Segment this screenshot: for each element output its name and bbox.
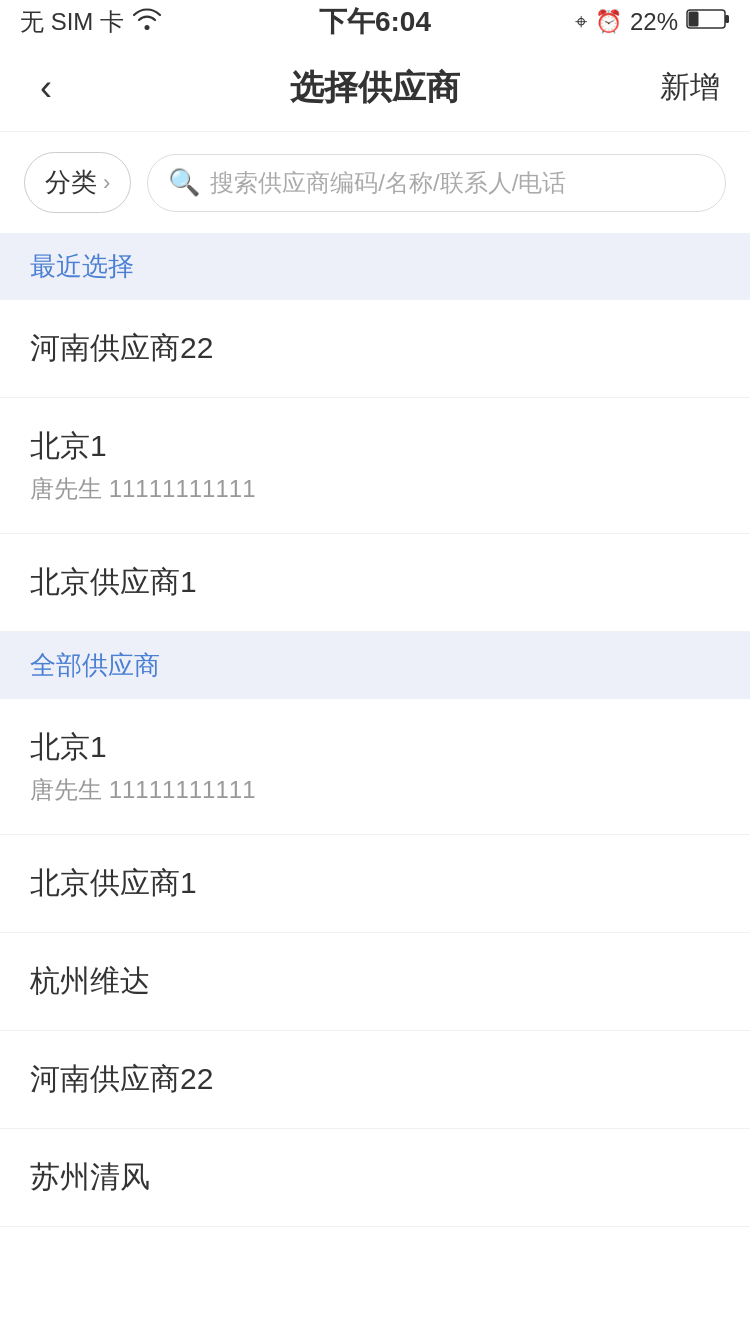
item-name: 苏州清风 [30, 1157, 720, 1198]
item-name: 北京供应商1 [30, 863, 720, 904]
item-name: 北京供应商1 [30, 562, 720, 603]
item-sub: 唐先生 11111111111 [30, 473, 720, 505]
search-placeholder: 搜索供应商编码/名称/联系人/电话 [210, 167, 566, 199]
carrier-text: 无 SIM 卡 [20, 6, 124, 38]
recent-items-list: 河南供应商22 北京1 唐先生 11111111111 北京供应商1 [0, 300, 750, 632]
status-right: ⌖ ⏰ 22% [575, 8, 730, 36]
nav-bar: ‹ 选择供应商 新增 [0, 44, 750, 132]
search-area: 分类 › 🔍 搜索供应商编码/名称/联系人/电话 [0, 132, 750, 233]
item-name: 北京1 [30, 727, 720, 768]
all-section-label: 全部供应商 [30, 650, 160, 680]
category-button[interactable]: 分类 › [24, 152, 131, 213]
chevron-right-icon: › [103, 170, 110, 196]
list-item[interactable]: 河南供应商22 [0, 1031, 750, 1129]
svg-rect-1 [725, 15, 729, 23]
list-item[interactable]: 苏州清风 [0, 1129, 750, 1227]
battery-text: 22% [630, 8, 678, 36]
search-icon: 🔍 [168, 167, 200, 198]
item-name: 杭州维达 [30, 961, 720, 1002]
list-item[interactable]: 北京1 唐先生 11111111111 [0, 699, 750, 835]
list-item[interactable]: 北京供应商1 [0, 534, 750, 632]
list-item[interactable]: 北京供应商1 [0, 835, 750, 933]
back-button[interactable]: ‹ [30, 57, 62, 119]
all-section-header: 全部供应商 [0, 632, 750, 699]
item-name: 北京1 [30, 426, 720, 467]
recent-section-header: 最近选择 [0, 233, 750, 300]
item-name: 河南供应商22 [30, 1059, 720, 1100]
list-item[interactable]: 北京1 唐先生 11111111111 [0, 398, 750, 534]
svg-rect-2 [689, 12, 699, 27]
battery-icon [686, 8, 730, 36]
nav-title: 选择供应商 [290, 65, 460, 111]
wifi-icon [132, 8, 162, 36]
alarm-icon: ⏰ [595, 9, 622, 35]
item-name: 河南供应商22 [30, 328, 720, 369]
search-input-wrap[interactable]: 🔍 搜索供应商编码/名称/联系人/电话 [147, 154, 726, 212]
list-item[interactable]: 河南供应商22 [0, 300, 750, 398]
status-left: 无 SIM 卡 [20, 6, 162, 38]
add-button[interactable]: 新增 [660, 67, 720, 108]
status-bar: 无 SIM 卡 下午6:04 ⌖ ⏰ 22% [0, 0, 750, 44]
category-label: 分类 [45, 165, 97, 200]
location-icon: ⌖ [575, 9, 587, 35]
item-sub: 唐先生 11111111111 [30, 774, 720, 806]
all-items-list: 北京1 唐先生 11111111111 北京供应商1 杭州维达 河南供应商22 … [0, 699, 750, 1227]
recent-section-label: 最近选择 [30, 251, 134, 281]
status-time: 下午6:04 [319, 3, 431, 41]
list-item[interactable]: 杭州维达 [0, 933, 750, 1031]
